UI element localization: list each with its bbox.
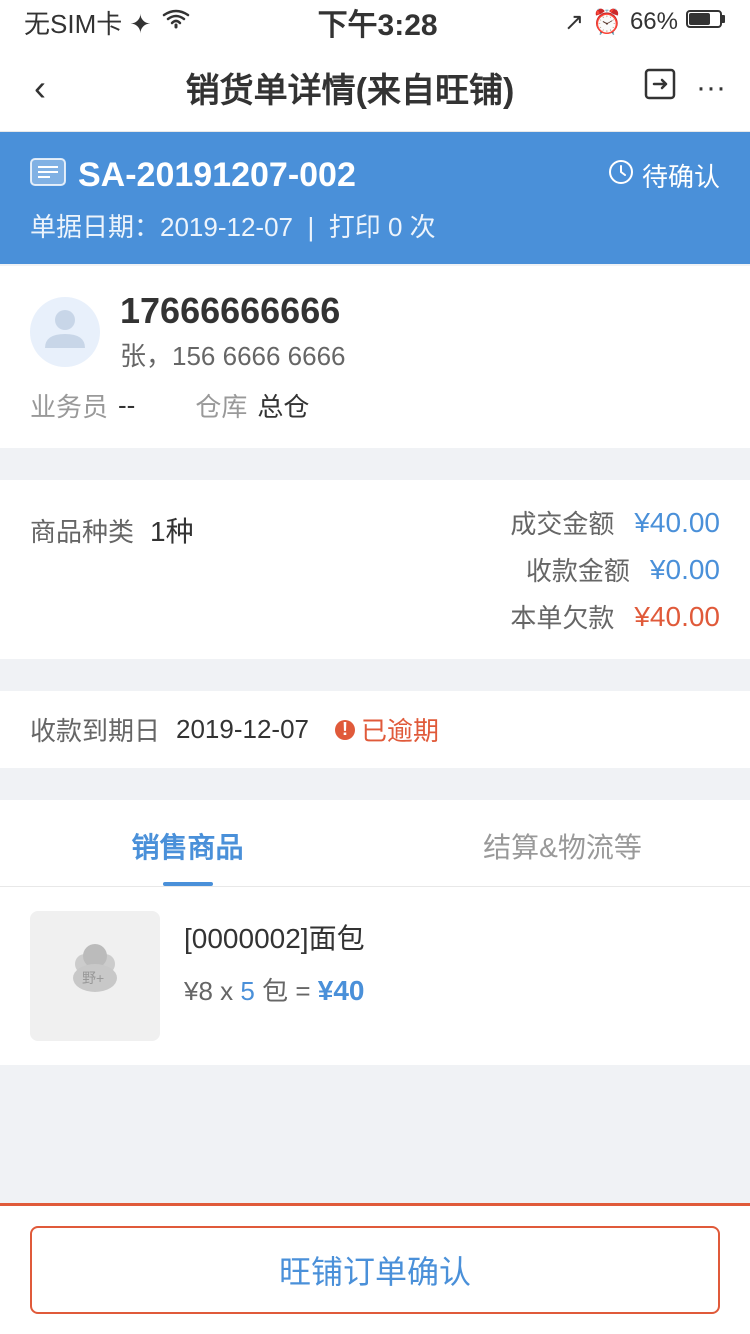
status-time: 下午3:28: [318, 0, 438, 44]
product-logo: 野+: [55, 936, 135, 1017]
order-meta: 单据日期：2019-12-07 | 打印 0 次: [30, 207, 720, 244]
tabs-row: 销售商品 结算&物流等: [0, 800, 750, 887]
equals-sign: =: [295, 976, 317, 1006]
salesman-value: --: [118, 390, 135, 421]
warehouse-field: 仓库 总仓: [195, 387, 309, 424]
amounts-right: 成交金额 ¥40.00 收款金额 ¥0.00 本单欠款 ¥40.00: [510, 504, 720, 635]
status-left: 无SIM卡 ✦: [24, 4, 191, 41]
customer-top: 17666666666 张，156 6666 6666: [30, 290, 720, 373]
overdue-text: 已逾期: [361, 711, 439, 748]
divider-2: [0, 659, 750, 675]
product-info: [0000002]面包 ¥8 x 5 包 = ¥40: [184, 911, 720, 1008]
unit-price: ¥8: [184, 976, 213, 1006]
alarm-icon: ⏰: [592, 8, 622, 37]
nav-bar: ‹ 销货单详情(来自旺铺) ···: [0, 44, 750, 132]
clock-icon: [608, 159, 634, 192]
multiply-sign: x: [220, 976, 240, 1006]
due-date-label: 收款到期日: [30, 711, 160, 748]
status-badge: 待确认: [608, 157, 720, 194]
avatar-icon: [40, 302, 90, 362]
tab-settlement-logistics-label: 结算&物流等: [483, 832, 642, 863]
warehouse-label: 仓库: [195, 387, 247, 424]
wifi-icon: [161, 7, 191, 38]
nav-actions: ···: [644, 68, 726, 108]
product-thumbnail: 野+: [30, 911, 160, 1041]
sim-status: 无SIM卡 ✦: [24, 4, 151, 41]
customer-phone: 17666666666: [120, 290, 346, 332]
product-types-value: 1种: [150, 510, 194, 550]
product-card: 野+ [0000002]面包 ¥8 x 5 包 = ¥40: [0, 887, 750, 1065]
order-icon: [30, 156, 66, 195]
debt-amount-label: 本单欠款: [510, 598, 614, 635]
salesman-field: 业务员 --: [30, 387, 135, 424]
deal-amount-value: ¥40.00: [634, 507, 720, 539]
status-bar: 无SIM卡 ✦ 下午3:28 ↗ ⏰ 66%: [0, 0, 750, 44]
tabs-container: 销售商品 结算&物流等 野+ [0000002]面包 ¥8 x: [0, 800, 750, 1065]
deal-amount-label: 成交金额: [510, 504, 614, 541]
avatar: [30, 297, 100, 367]
total-price: ¥40: [318, 975, 365, 1006]
status-right: ↗ ⏰ 66%: [564, 8, 726, 37]
salesman-label: 业务员: [30, 387, 108, 424]
quantity: 5: [240, 976, 254, 1006]
payment-amount-value: ¥0.00: [650, 554, 720, 586]
order-id-text: SA-20191207-002: [78, 156, 356, 195]
header-card: SA-20191207-002 待确认 单据日期：2019-12-07 | 打印…: [0, 132, 750, 264]
battery-icon: [686, 8, 726, 36]
page-title: 销货单详情(来自旺铺): [56, 63, 644, 112]
order-id: SA-20191207-002: [30, 156, 356, 195]
debt-amount-row: 本单欠款 ¥40.00: [510, 598, 720, 635]
payment-amount-row: 收款金额 ¥0.00: [526, 551, 720, 588]
customer-meta: 业务员 -- 仓库 总仓: [30, 387, 720, 424]
tab-settlement-logistics[interactable]: 结算&物流等: [375, 800, 750, 886]
share-icon[interactable]: [644, 68, 676, 108]
product-types: 商品种类 1种: [30, 504, 510, 550]
customer-details: 17666666666 张，156 6666 6666: [120, 290, 346, 373]
tab-sales-products[interactable]: 销售商品: [0, 800, 375, 886]
customer-card: 17666666666 张，156 6666 6666 业务员 -- 仓库 总仓: [0, 266, 750, 448]
confirm-order-label: 旺铺订单确认: [279, 1247, 471, 1293]
header-top: SA-20191207-002 待确认: [30, 156, 720, 195]
warehouse-value: 总仓: [257, 387, 309, 424]
unit: 包: [262, 976, 288, 1006]
product-price: ¥8 x 5 包 = ¥40: [184, 971, 720, 1008]
location-icon: ↗: [564, 8, 584, 37]
battery-text: 66%: [630, 8, 678, 36]
deal-amount-row: 成交金额 ¥40.00: [510, 504, 720, 541]
due-date-card: 收款到期日 2019-12-07 ! 已逾期: [0, 691, 750, 768]
overdue-badge: ! 已逾期: [335, 711, 439, 748]
more-icon[interactable]: ···: [696, 71, 726, 105]
svg-text:野+: 野+: [82, 970, 104, 986]
divider-3: [0, 768, 750, 784]
back-button[interactable]: ‹: [24, 57, 56, 119]
divider-1: [0, 448, 750, 464]
tab-sales-products-label: 销售商品: [131, 832, 243, 863]
overdue-icon: !: [335, 720, 355, 740]
status-text: 待确认: [642, 157, 720, 194]
product-name: [0000002]面包: [184, 917, 720, 957]
confirm-order-button[interactable]: 旺铺订单确认: [30, 1226, 720, 1314]
payment-amount-label: 收款金额: [526, 551, 630, 588]
customer-name: 张，156 6666 6666: [120, 336, 346, 373]
product-types-label: 商品种类: [30, 512, 134, 549]
amounts-card: 商品种类 1种 成交金额 ¥40.00 收款金额 ¥0.00 本单欠款 ¥40.…: [0, 480, 750, 659]
confirm-btn-container: 旺铺订单确认: [0, 1203, 750, 1334]
debt-amount-value: ¥40.00: [634, 601, 720, 633]
due-date-value: 2019-12-07: [176, 714, 309, 745]
